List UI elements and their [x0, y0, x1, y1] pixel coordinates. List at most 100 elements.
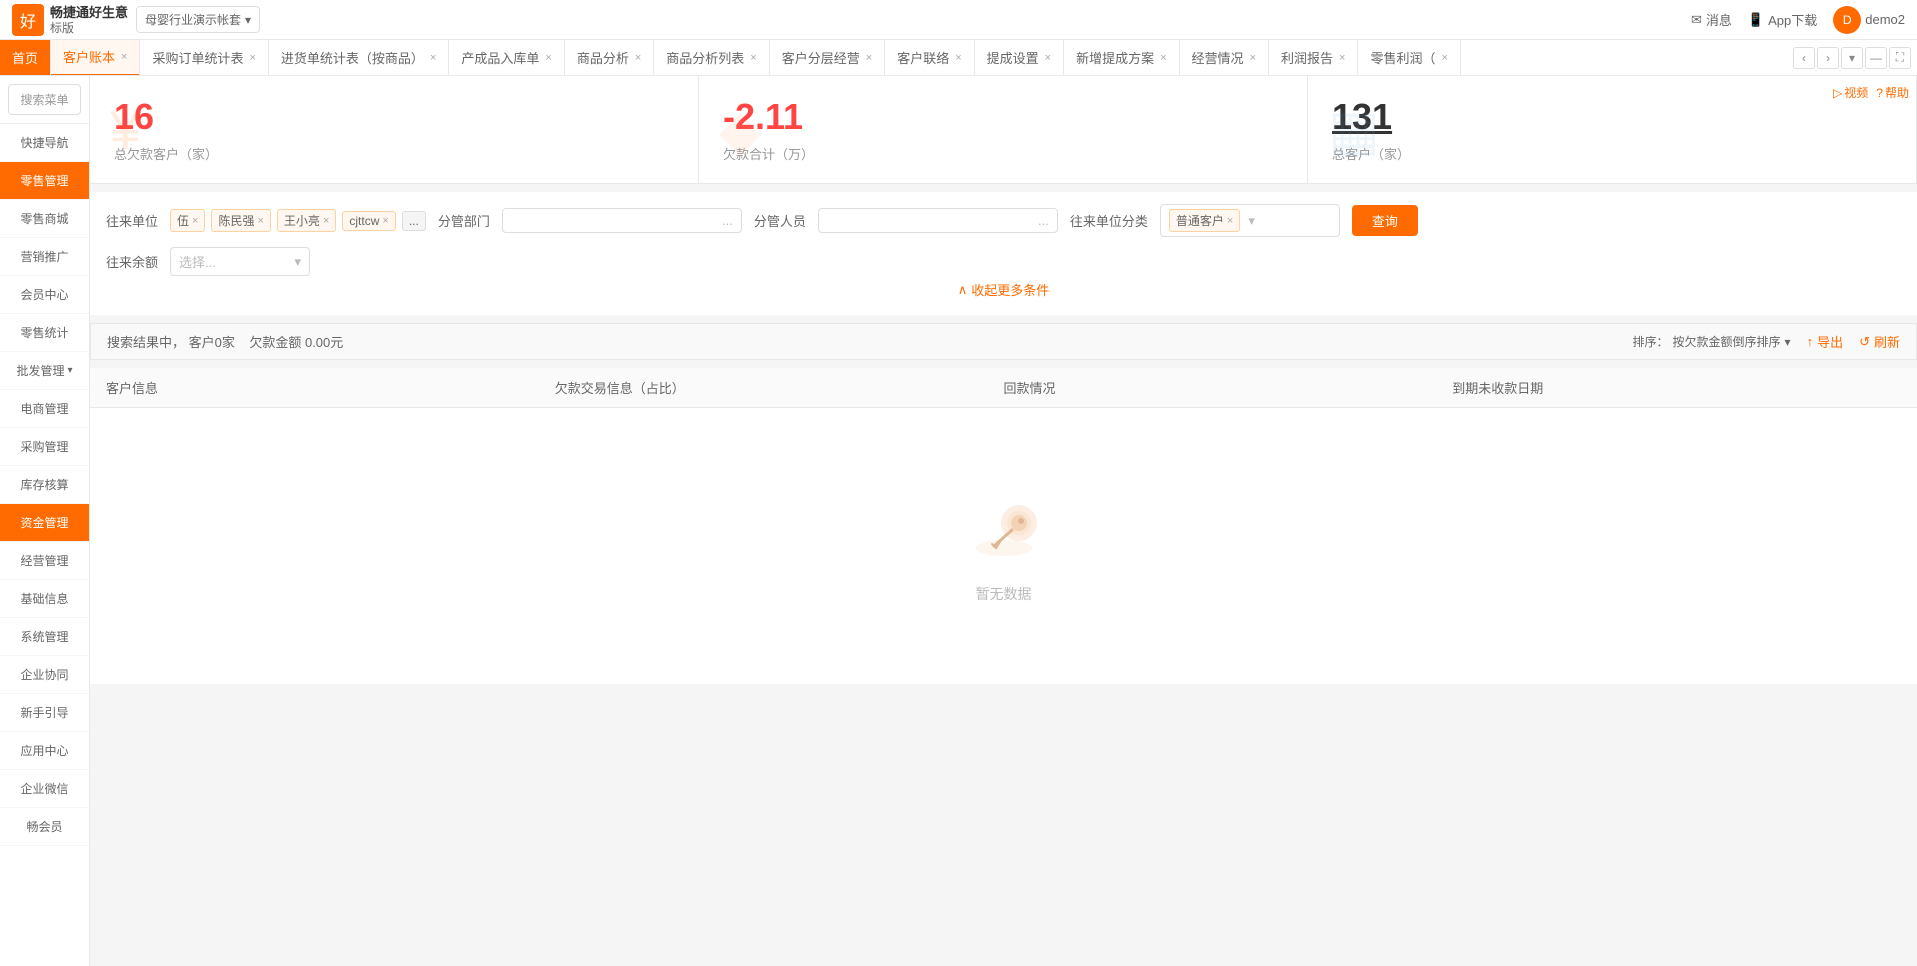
tab-product-analysis-list[interactable]: 商品分析列表 × — [654, 40, 769, 76]
export-label: 导出 — [1817, 332, 1843, 351]
message-label: 消息 — [1706, 10, 1732, 29]
filter-tag-chenminqiang[interactable]: 陈民强 × — [211, 209, 270, 232]
stats-card-debt: ◆ -2.11 欠款合计（万） — [699, 76, 1308, 183]
message-btn[interactable]: ✉ 消息 — [1691, 10, 1732, 29]
sidebar-item-enterprise-wechat[interactable]: 企业微信 — [0, 770, 89, 808]
filter-tag-cjttcw-close[interactable]: × — [382, 215, 388, 227]
table-header: 客户信息 欠款交易信息（占比） 回款情况 到期未收款日期 — [90, 368, 1917, 408]
top-bar: 好 畅捷通好生意 标版 母婴行业演示帐套 ▾ ✉ 消息 📱 App下载 D de… — [0, 0, 1917, 40]
tab-purchase-orders-close[interactable]: × — [249, 52, 255, 64]
col-debt-info: 欠款交易信息（占比） — [555, 378, 1004, 397]
refresh-btn[interactable]: ↺ 刷新 — [1859, 332, 1900, 351]
sidebar-item-purchase-mgmt[interactable]: 采购管理 — [0, 428, 89, 466]
unit-type-tag-close[interactable]: × — [1227, 215, 1233, 227]
sidebar-item-app-center[interactable]: 应用中心 — [0, 732, 89, 770]
sidebar-item-capital-mgmt[interactable]: 资金管理 — [0, 504, 89, 542]
dept-filter-label: 分管部门 — [438, 211, 490, 230]
app-icon: 📱 — [1748, 12, 1764, 28]
sidebar-item-retail-stats[interactable]: 零售统计 — [0, 314, 89, 352]
unit-type-select[interactable]: 普通客户 × ▾ — [1160, 204, 1340, 237]
remainder-select[interactable]: 选择... ▾ — [170, 247, 310, 276]
tab-customers[interactable]: 客户账本 × — [51, 40, 140, 76]
chevron-down-unit-type: ▾ — [1248, 213, 1255, 229]
dept-filter-select[interactable]: ... — [502, 208, 742, 233]
sidebar-item-member-center[interactable]: 会员中心 — [0, 276, 89, 314]
collapse-btn[interactable]: ∧ 收起更多条件 — [106, 276, 1901, 303]
tab-customer-tier-close[interactable]: × — [866, 52, 872, 64]
collapse-icon: ∧ — [958, 282, 968, 298]
query-button[interactable]: 查询 — [1352, 205, 1418, 236]
tab-customer-contact[interactable]: 客户联络 × — [885, 40, 974, 76]
sidebar-item-quick-nav[interactable]: 快捷导航 — [0, 124, 89, 162]
filter-tag-wangxiaoliang[interactable]: 王小亮 × — [277, 209, 336, 232]
filter-tag-wu[interactable]: 伍 × — [170, 209, 205, 232]
filter-tag-cjttcw[interactable]: cjttcw × — [342, 211, 395, 231]
tab-profit-report-label: 利润报告 — [1281, 48, 1333, 67]
sidebar-item-system-mgmt[interactable]: 系统管理 — [0, 618, 89, 656]
sidebar-item-plus-member[interactable]: 畅会员 — [0, 808, 89, 846]
user-profile[interactable]: D demo2 — [1833, 6, 1905, 34]
unit-type-tag: 普通客户 × — [1169, 209, 1240, 232]
nav-minimize-btn[interactable]: — — [1865, 47, 1887, 69]
sidebar-item-enterprise-collab[interactable]: 企业协同 — [0, 656, 89, 694]
tab-cost-in[interactable]: 产成品入库单 × — [449, 40, 564, 76]
tab-retail-profit-label: 零售利润（ — [1370, 48, 1435, 67]
sidebar-item-inventory-check[interactable]: 库存核算 — [0, 466, 89, 504]
filter-tag-wangxiaoliang-close[interactable]: × — [323, 215, 329, 227]
tab-product-analysis[interactable]: 商品分析 × — [565, 40, 654, 76]
search-menu-button[interactable]: 搜索菜单 — [8, 84, 81, 115]
nav-next-btn[interactable]: › — [1817, 47, 1839, 69]
filter-tag-more[interactable]: ... — [402, 211, 426, 231]
tab-retail-profit-close[interactable]: × — [1441, 52, 1447, 64]
tab-purchase-stats-close[interactable]: × — [430, 52, 436, 64]
unit-type-label: 往来单位分类 — [1070, 211, 1148, 230]
sidebar-item-retail-mgmt[interactable]: 零售管理 — [0, 162, 89, 200]
top-bar-right: ✉ 消息 📱 App下载 D demo2 — [1691, 6, 1905, 34]
filter-tag-wu-close[interactable]: × — [192, 215, 198, 227]
basic-info-label: 基础信息 — [6, 590, 83, 607]
nav-prev-btn[interactable]: ‹ — [1793, 47, 1815, 69]
tab-customer-tier[interactable]: 客户分层经营 × — [770, 40, 885, 76]
sidebar-item-marketing[interactable]: 营销推广 — [0, 238, 89, 276]
tab-improve-settings[interactable]: 提成设置 × — [975, 40, 1064, 76]
tab-home[interactable]: 首页 — [0, 40, 51, 76]
tab-customers-close[interactable]: × — [121, 51, 127, 63]
tab-operation-status-close[interactable]: × — [1250, 52, 1256, 64]
tab-profit-report[interactable]: 利润报告 × — [1269, 40, 1358, 76]
empty-state: 暂无数据 — [90, 408, 1917, 684]
tab-purchase-orders[interactable]: 采购订单统计表 × — [140, 40, 268, 76]
video-help-btn[interactable]: ▷ 视频 — [1833, 84, 1868, 101]
sidebar-item-wholesale-mgmt[interactable]: 批发管理 ▾ — [0, 352, 89, 390]
tab-retail-profit[interactable]: 零售利润（ × — [1358, 40, 1460, 76]
sidebar-item-operations-mgmt[interactable]: 经营管理 — [0, 542, 89, 580]
sidebar-item-new-guide[interactable]: 新手引导 — [0, 694, 89, 732]
sort-select[interactable]: 排序： 按欠款金额倒序排序 ▾ — [1633, 333, 1791, 350]
nav-maximize-btn[interactable]: ⛶ — [1889, 47, 1911, 69]
chevron-down-dept: ... — [722, 213, 733, 228]
stats-cards: ¥ 16 总欠款客户（家） ◆ -2.11 欠款合计（万） ▦ 131 总客户（… — [90, 76, 1917, 184]
filter-tag-chenminqiang-close[interactable]: × — [257, 215, 263, 227]
tab-improve-settings-close[interactable]: × — [1045, 52, 1051, 64]
help-btn[interactable]: ? 帮助 — [1876, 84, 1909, 101]
card3-bg-icon: ▦ — [1328, 98, 1380, 162]
nav-tab-menu-btn[interactable]: ▾ — [1841, 47, 1863, 69]
tab-product-analysis-list-close[interactable]: × — [750, 52, 756, 64]
person-filter-select[interactable]: ... — [818, 208, 1058, 233]
tab-purchase-stats[interactable]: 进货单统计表（按商品） × — [269, 40, 449, 76]
app-download-label: App下载 — [1768, 10, 1817, 29]
sidebar-item-retail-shop[interactable]: 零售商城 — [0, 200, 89, 238]
tab-customer-contact-close[interactable]: × — [955, 52, 961, 64]
export-btn[interactable]: ↑ 导出 — [1807, 332, 1844, 351]
filter-row-1: 往来单位 伍 × 陈民强 × 王小亮 × cjttcw — [106, 204, 1901, 237]
tab-cost-in-close[interactable]: × — [545, 52, 551, 64]
tab-product-analysis-close[interactable]: × — [635, 52, 641, 64]
app-download-btn[interactable]: 📱 App下载 — [1748, 10, 1817, 29]
tab-add-plan-close[interactable]: × — [1160, 52, 1166, 64]
search-result-bar: 搜索结果中， 客户0家 欠款金额 0.00元 排序： 按欠款金额倒序排序 ▾ ↑… — [90, 323, 1917, 360]
tab-operation-status[interactable]: 经营情况 × — [1180, 40, 1269, 76]
tab-add-plan[interactable]: 新增提成方案 × — [1064, 40, 1179, 76]
company-selector[interactable]: 母婴行业演示帐套 ▾ — [136, 6, 260, 33]
sidebar-item-ecommerce-mgmt[interactable]: 电商管理 — [0, 390, 89, 428]
tab-profit-report-close[interactable]: × — [1339, 52, 1345, 64]
sidebar-item-basic-info[interactable]: 基础信息 — [0, 580, 89, 618]
